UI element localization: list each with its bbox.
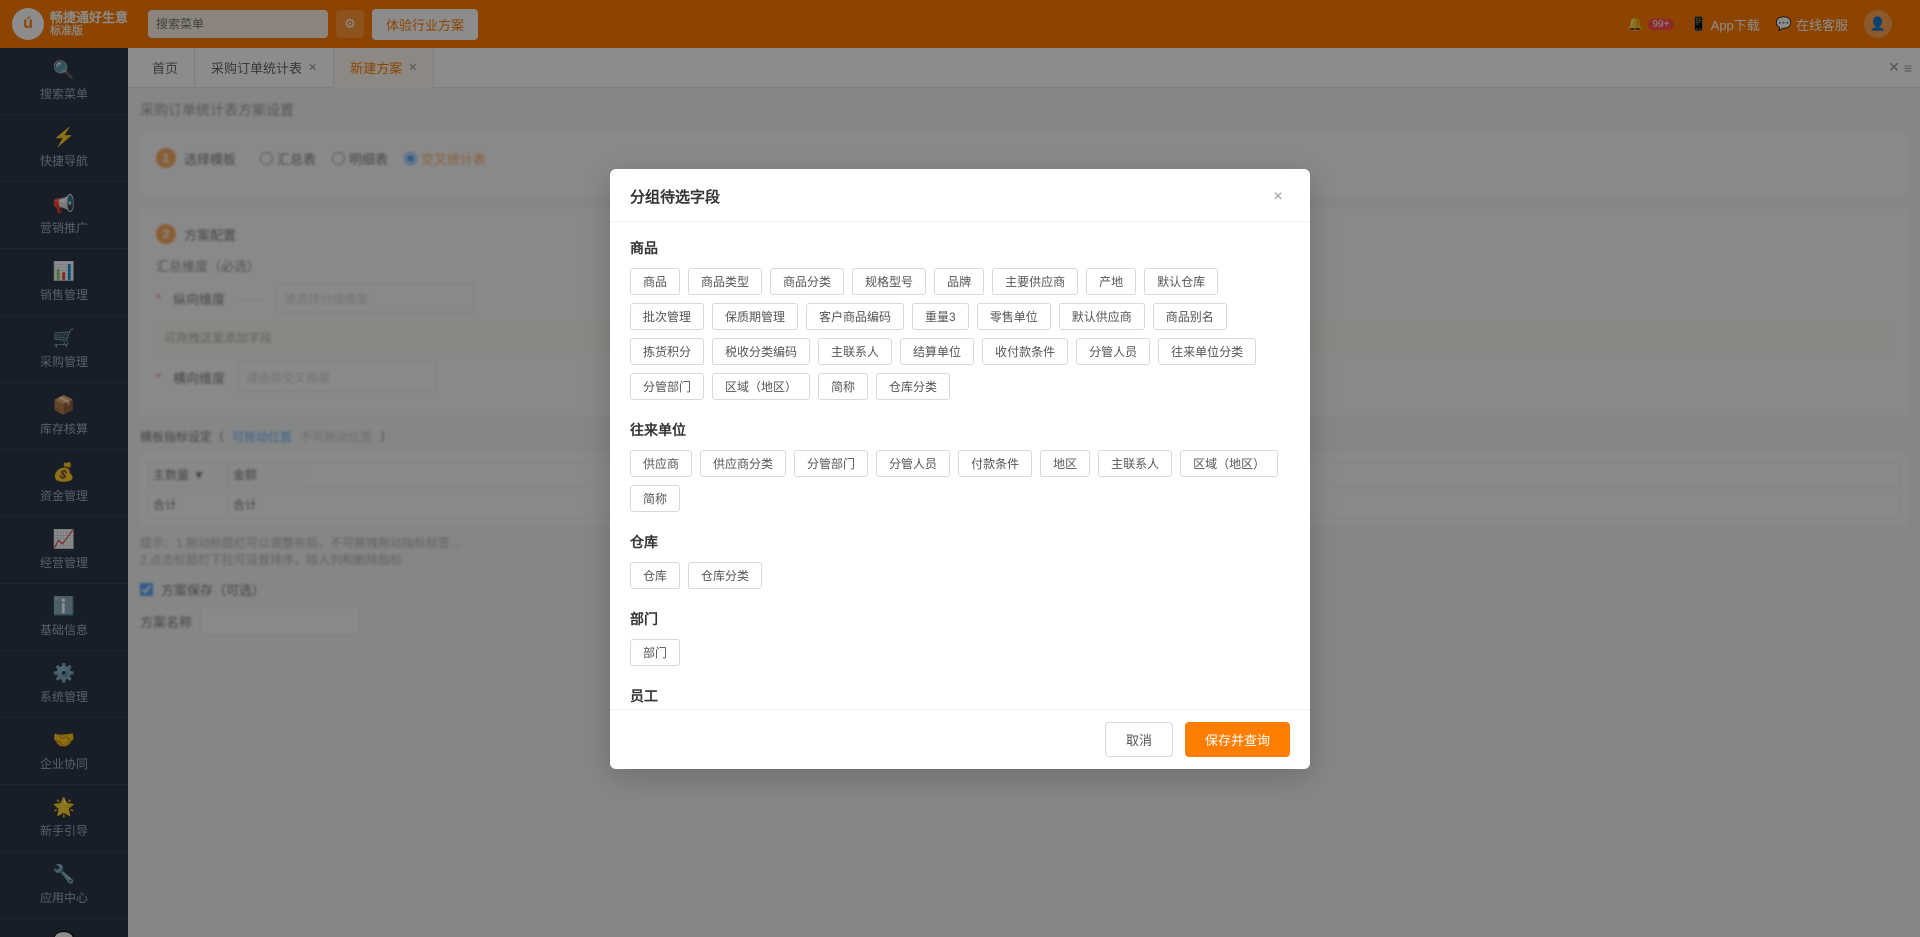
- field-tag[interactable]: 分管部门: [630, 373, 704, 400]
- section-warehouse-title: 仓库: [630, 532, 1290, 552]
- field-tag[interactable]: 付款条件: [958, 450, 1032, 477]
- field-tag[interactable]: 客户商品编码: [806, 303, 904, 330]
- field-tag[interactable]: 分管部门: [794, 450, 868, 477]
- field-tag[interactable]: 规格型号: [852, 268, 926, 295]
- section-warehouse: 仓库 仓库 仓库分类: [630, 532, 1290, 589]
- field-tag[interactable]: 简称: [630, 485, 680, 512]
- section-employee: 员工 业务员: [630, 686, 1290, 709]
- counterparty-tags: 供应商 供应商分类 分管部门 分管人员 付款条件 地区 主联系人 区域（地区） …: [630, 450, 1290, 512]
- field-tag[interactable]: 仓库分类: [876, 373, 950, 400]
- modal-close-button[interactable]: ×: [1266, 185, 1290, 209]
- field-tag[interactable]: 主联系人: [1098, 450, 1172, 477]
- field-select-modal: 分组待选字段 × 商品 商品 商品类型 商品分类 规格型号 品牌 主要供应商 产…: [610, 169, 1310, 769]
- field-tag[interactable]: 区域（地区）: [712, 373, 810, 400]
- field-tag[interactable]: 默认仓库: [1144, 268, 1218, 295]
- field-tag[interactable]: 收付款条件: [982, 338, 1068, 365]
- section-department: 部门 部门: [630, 609, 1290, 666]
- modal-overlay: 分组待选字段 × 商品 商品 商品类型 商品分类 规格型号 品牌 主要供应商 产…: [0, 0, 1920, 937]
- field-tag[interactable]: 商品类型: [688, 268, 762, 295]
- field-tag[interactable]: 商品别名: [1153, 303, 1227, 330]
- field-tag[interactable]: 保质期管理: [712, 303, 798, 330]
- field-tag[interactable]: 商品: [630, 268, 680, 295]
- modal-title: 分组待选字段: [630, 186, 720, 207]
- modal-confirm-button[interactable]: 保存并查询: [1185, 722, 1290, 757]
- section-employee-title: 员工: [630, 686, 1290, 706]
- modal-footer: 取消 保存并查询: [610, 709, 1310, 769]
- field-tag[interactable]: 地区: [1040, 450, 1090, 477]
- field-tag[interactable]: 默认供应商: [1059, 303, 1145, 330]
- department-tags: 部门: [630, 639, 1290, 666]
- field-tag[interactable]: 拣货积分: [630, 338, 704, 365]
- field-tag[interactable]: 商品分类: [770, 268, 844, 295]
- field-tag[interactable]: 主联系人: [818, 338, 892, 365]
- field-tag[interactable]: 供应商分类: [700, 450, 786, 477]
- field-tag[interactable]: 区域（地区）: [1180, 450, 1278, 477]
- modal-header: 分组待选字段 ×: [610, 169, 1310, 222]
- field-tag[interactable]: 重量3: [912, 303, 969, 330]
- field-tag[interactable]: 税收分类编码: [712, 338, 810, 365]
- warehouse-tags: 仓库 仓库分类: [630, 562, 1290, 589]
- modal-cancel-button[interactable]: 取消: [1105, 722, 1173, 757]
- field-tag[interactable]: 简称: [818, 373, 868, 400]
- field-tag[interactable]: 分管人员: [1076, 338, 1150, 365]
- field-tag[interactable]: 品牌: [934, 268, 984, 295]
- field-tag[interactable]: 供应商: [630, 450, 692, 477]
- field-tag[interactable]: 部门: [630, 639, 680, 666]
- field-tag[interactable]: 结算单位: [900, 338, 974, 365]
- field-tag[interactable]: 产地: [1086, 268, 1136, 295]
- field-tag[interactable]: 仓库分类: [688, 562, 762, 589]
- section-department-title: 部门: [630, 609, 1290, 629]
- field-tag[interactable]: 主要供应商: [992, 268, 1078, 295]
- field-tag[interactable]: 往来单位分类: [1158, 338, 1256, 365]
- field-tag[interactable]: 批次管理: [630, 303, 704, 330]
- section-product-title: 商品: [630, 238, 1290, 258]
- section-counterparty: 往来单位 供应商 供应商分类 分管部门 分管人员 付款条件 地区 主联系人 区域…: [630, 420, 1290, 512]
- modal-body: 商品 商品 商品类型 商品分类 规格型号 品牌 主要供应商 产地 默认仓库 批次…: [610, 222, 1310, 709]
- product-tags: 商品 商品类型 商品分类 规格型号 品牌 主要供应商 产地 默认仓库 批次管理 …: [630, 268, 1290, 400]
- field-tag[interactable]: 分管人员: [876, 450, 950, 477]
- section-counterparty-title: 往来单位: [630, 420, 1290, 440]
- section-product: 商品 商品 商品类型 商品分类 规格型号 品牌 主要供应商 产地 默认仓库 批次…: [630, 238, 1290, 400]
- field-tag[interactable]: 仓库: [630, 562, 680, 589]
- field-tag[interactable]: 零售单位: [977, 303, 1051, 330]
